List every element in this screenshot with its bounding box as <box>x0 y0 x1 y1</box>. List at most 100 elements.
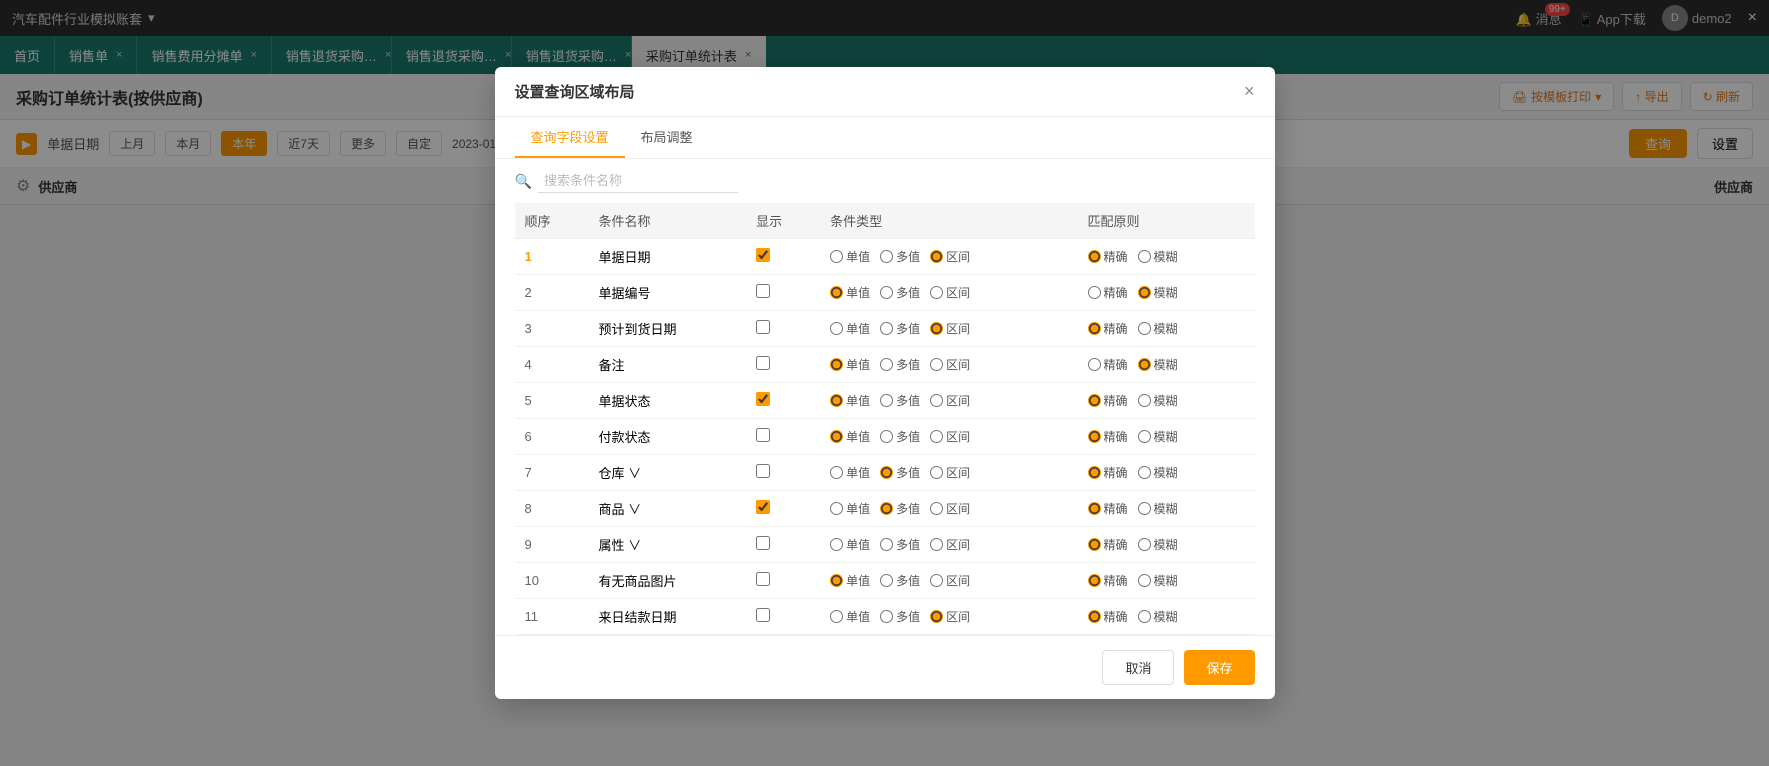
match-fuzzy-radio[interactable] <box>1138 466 1151 479</box>
type-multi-radio[interactable] <box>880 286 893 299</box>
type-range-radio[interactable] <box>930 574 943 587</box>
type-range-radio[interactable] <box>930 250 943 263</box>
match-exact-radio-label[interactable]: 精确 <box>1088 572 1128 589</box>
type-multi-radio[interactable] <box>880 394 893 407</box>
display-checkbox[interactable] <box>756 608 770 622</box>
type-multi-radio-label[interactable]: 多值 <box>880 464 920 481</box>
type-multi-radio[interactable] <box>880 538 893 551</box>
type-multi-radio-label[interactable]: 多值 <box>880 608 920 625</box>
type-single-radio[interactable] <box>830 394 843 407</box>
type-single-radio-label[interactable]: 单值 <box>830 608 870 625</box>
match-exact-radio[interactable] <box>1088 502 1101 515</box>
type-multi-radio[interactable] <box>880 466 893 479</box>
match-fuzzy-radio-label[interactable]: 模糊 <box>1138 356 1178 373</box>
match-fuzzy-radio[interactable] <box>1138 574 1151 587</box>
type-single-radio-label[interactable]: 单值 <box>830 572 870 589</box>
match-fuzzy-radio[interactable] <box>1138 358 1151 371</box>
match-fuzzy-radio-label[interactable]: 模糊 <box>1138 428 1178 445</box>
type-multi-radio[interactable] <box>880 430 893 443</box>
modal-close-button[interactable]: × <box>1244 81 1255 102</box>
match-fuzzy-radio[interactable] <box>1138 538 1151 551</box>
type-multi-radio[interactable] <box>880 610 893 623</box>
match-exact-radio-label[interactable]: 精确 <box>1088 500 1128 517</box>
match-exact-radio[interactable] <box>1088 574 1101 587</box>
type-range-radio[interactable] <box>930 322 943 335</box>
type-range-radio[interactable] <box>930 610 943 623</box>
match-fuzzy-radio[interactable] <box>1138 430 1151 443</box>
match-exact-radio-label[interactable]: 精确 <box>1088 536 1128 553</box>
match-fuzzy-radio[interactable] <box>1138 610 1151 623</box>
match-exact-radio[interactable] <box>1088 610 1101 623</box>
display-checkbox[interactable] <box>756 356 770 370</box>
type-single-radio[interactable] <box>830 358 843 371</box>
display-checkbox[interactable] <box>756 464 770 478</box>
type-single-radio[interactable] <box>830 250 843 263</box>
match-fuzzy-radio-label[interactable]: 模糊 <box>1138 536 1178 553</box>
tab-layout-adjust[interactable]: 布局调整 <box>625 117 709 158</box>
type-range-radio[interactable] <box>930 502 943 515</box>
type-range-radio-label[interactable]: 区间 <box>930 428 970 445</box>
type-single-radio[interactable] <box>830 502 843 515</box>
save-button[interactable]: 保存 <box>1184 650 1254 685</box>
match-fuzzy-radio-label[interactable]: 模糊 <box>1138 248 1178 265</box>
type-single-radio-label[interactable]: 单值 <box>830 392 870 409</box>
match-fuzzy-radio[interactable] <box>1138 322 1151 335</box>
match-fuzzy-radio-label[interactable]: 模糊 <box>1138 284 1178 301</box>
match-exact-radio[interactable] <box>1088 358 1101 371</box>
match-exact-radio-label[interactable]: 精确 <box>1088 356 1128 373</box>
type-single-radio[interactable] <box>830 322 843 335</box>
type-single-radio-label[interactable]: 单值 <box>830 248 870 265</box>
match-exact-radio[interactable] <box>1088 250 1101 263</box>
type-single-radio[interactable] <box>830 466 843 479</box>
type-single-radio-label[interactable]: 单值 <box>830 464 870 481</box>
match-exact-radio[interactable] <box>1088 430 1101 443</box>
match-fuzzy-radio[interactable] <box>1138 394 1151 407</box>
match-fuzzy-radio[interactable] <box>1138 286 1151 299</box>
type-multi-radio[interactable] <box>880 502 893 515</box>
match-exact-radio-label[interactable]: 精确 <box>1088 608 1128 625</box>
tab-query-fields[interactable]: 查询字段设置 <box>515 117 625 158</box>
type-range-radio[interactable] <box>930 430 943 443</box>
match-exact-radio-label[interactable]: 精确 <box>1088 320 1128 337</box>
type-multi-radio-label[interactable]: 多值 <box>880 572 920 589</box>
type-multi-radio[interactable] <box>880 322 893 335</box>
type-single-radio-label[interactable]: 单值 <box>830 536 870 553</box>
type-multi-radio-label[interactable]: 多值 <box>880 248 920 265</box>
display-checkbox[interactable] <box>756 392 770 406</box>
type-range-radio[interactable] <box>930 286 943 299</box>
type-single-radio-label[interactable]: 单值 <box>830 500 870 517</box>
match-fuzzy-radio-label[interactable]: 模糊 <box>1138 500 1178 517</box>
type-range-radio-label[interactable]: 区间 <box>930 320 970 337</box>
type-single-radio-label[interactable]: 单值 <box>830 320 870 337</box>
match-exact-radio-label[interactable]: 精确 <box>1088 464 1128 481</box>
display-checkbox[interactable] <box>756 284 770 298</box>
match-exact-radio-label[interactable]: 精确 <box>1088 284 1128 301</box>
type-range-radio-label[interactable]: 区间 <box>930 536 970 553</box>
match-fuzzy-radio-label[interactable]: 模糊 <box>1138 392 1178 409</box>
type-single-radio-label[interactable]: 单值 <box>830 428 870 445</box>
type-single-radio-label[interactable]: 单值 <box>830 284 870 301</box>
match-exact-radio[interactable] <box>1088 394 1101 407</box>
type-multi-radio-label[interactable]: 多值 <box>880 392 920 409</box>
type-multi-radio-label[interactable]: 多值 <box>880 320 920 337</box>
type-multi-radio[interactable] <box>880 358 893 371</box>
display-checkbox[interactable] <box>756 536 770 550</box>
type-single-radio[interactable] <box>830 538 843 551</box>
type-range-radio-label[interactable]: 区间 <box>930 608 970 625</box>
match-fuzzy-radio-label[interactable]: 模糊 <box>1138 572 1178 589</box>
cancel-button[interactable]: 取消 <box>1102 650 1174 685</box>
match-fuzzy-radio-label[interactable]: 模糊 <box>1138 320 1178 337</box>
display-checkbox[interactable] <box>756 572 770 586</box>
type-multi-radio-label[interactable]: 多值 <box>880 356 920 373</box>
type-range-radio[interactable] <box>930 466 943 479</box>
match-exact-radio-label[interactable]: 精确 <box>1088 428 1128 445</box>
type-single-radio[interactable] <box>830 574 843 587</box>
type-range-radio-label[interactable]: 区间 <box>930 572 970 589</box>
type-range-radio-label[interactable]: 区间 <box>930 248 970 265</box>
type-multi-radio[interactable] <box>880 574 893 587</box>
match-exact-radio[interactable] <box>1088 466 1101 479</box>
display-checkbox[interactable] <box>756 320 770 334</box>
type-range-radio-label[interactable]: 区间 <box>930 356 970 373</box>
match-exact-radio[interactable] <box>1088 322 1101 335</box>
type-multi-radio[interactable] <box>880 250 893 263</box>
